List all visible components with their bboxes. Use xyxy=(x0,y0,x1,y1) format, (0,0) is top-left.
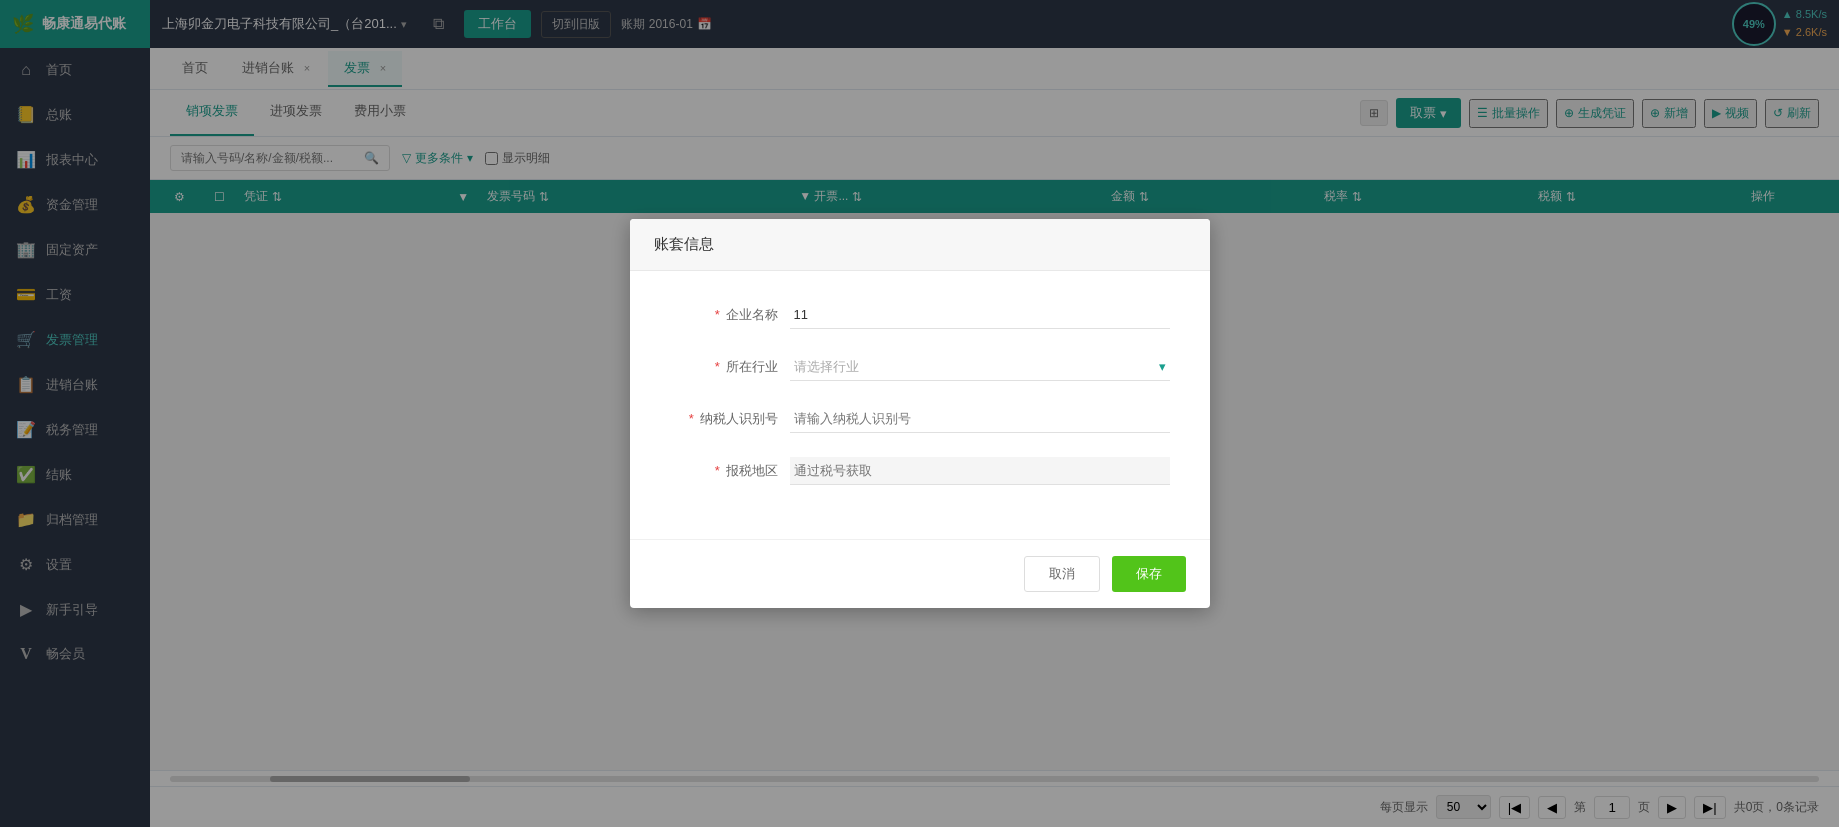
company-name-input[interactable] xyxy=(790,301,1170,329)
industry-select-wrapper[interactable]: 请选择行业 ▾ xyxy=(790,353,1170,381)
form-row-tax-region: * 报税地区 xyxy=(670,457,1170,485)
industry-label: * 所在行业 xyxy=(670,358,790,376)
save-button[interactable]: 保存 xyxy=(1112,556,1186,592)
tax-region-input xyxy=(790,457,1170,485)
form-row-industry: * 所在行业 请选择行业 ▾ xyxy=(670,353,1170,381)
modal-body: * 企业名称 * 所在行业 请选择行业 ▾ xyxy=(630,271,1210,539)
required-star: * xyxy=(715,307,720,322)
modal-title: 账套信息 xyxy=(630,219,1210,271)
required-star-3: * xyxy=(689,411,694,426)
modal-overlay: 账套信息 * 企业名称 * 所在行业 请选择行业 xyxy=(0,0,1839,827)
required-star-2: * xyxy=(715,359,720,374)
form-row-company-name: * 企业名称 xyxy=(670,301,1170,329)
tax-region-label: * 报税地区 xyxy=(670,462,790,480)
tax-id-input[interactable] xyxy=(790,405,1170,433)
industry-select[interactable]: 请选择行业 xyxy=(790,353,1170,380)
form-row-tax-id: * 纳税人识别号 xyxy=(670,405,1170,433)
tax-id-label: * 纳税人识别号 xyxy=(670,410,790,428)
company-name-label: * 企业名称 xyxy=(670,306,790,324)
required-star-4: * xyxy=(715,463,720,478)
modal-footer: 取消 保存 xyxy=(630,539,1210,608)
cancel-button[interactable]: 取消 xyxy=(1024,556,1100,592)
account-info-modal: 账套信息 * 企业名称 * 所在行业 请选择行业 xyxy=(630,219,1210,608)
